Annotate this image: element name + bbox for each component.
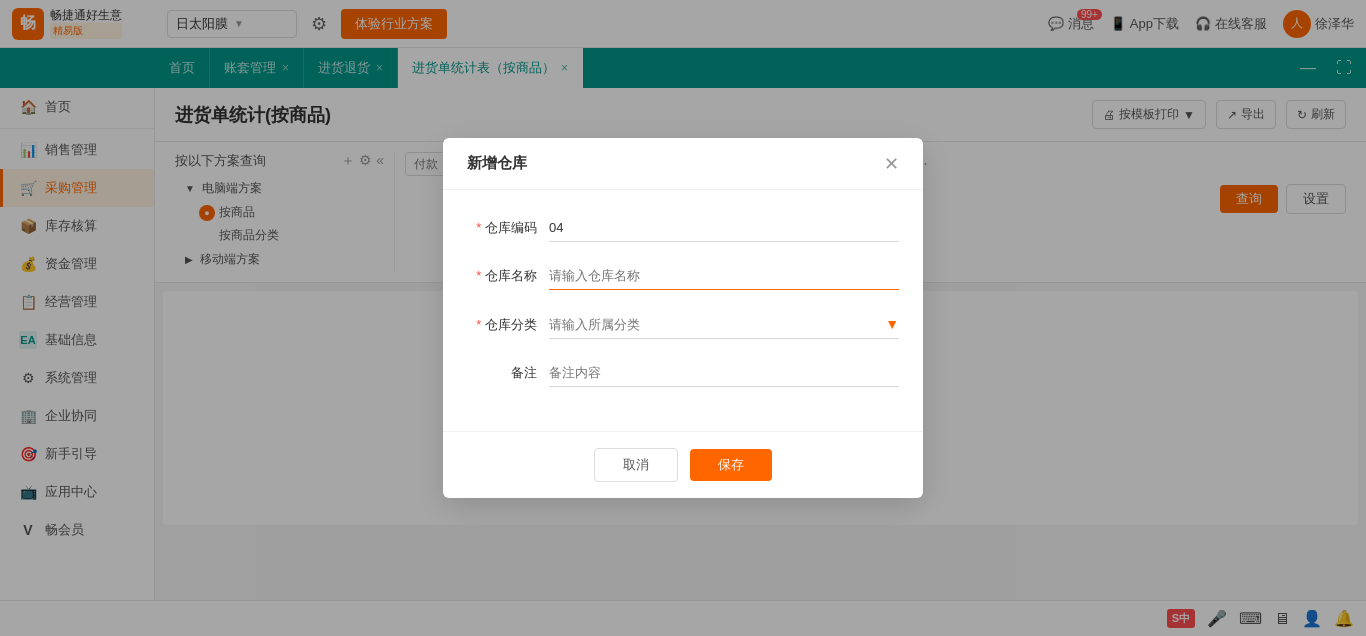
modal-overlay: 新增仓库 ✕ 仓库编码 仓库名称 仓库分类 ▼ 备注	[0, 0, 1366, 636]
modal-title: 新增仓库	[467, 154, 527, 173]
modal-header: 新增仓库 ✕	[443, 138, 923, 190]
add-warehouse-modal: 新增仓库 ✕ 仓库编码 仓库名称 仓库分类 ▼ 备注	[443, 138, 923, 498]
category-label: 仓库分类	[467, 316, 537, 334]
code-label: 仓库编码	[467, 219, 537, 237]
category-select-row[interactable]: ▼	[549, 310, 899, 339]
modal-close-button[interactable]: ✕	[884, 155, 899, 173]
code-input[interactable]	[549, 214, 899, 242]
form-row-remark: 备注	[467, 359, 899, 387]
category-input[interactable]	[549, 317, 885, 332]
cancel-button[interactable]: 取消	[594, 448, 678, 482]
remark-input[interactable]	[549, 359, 899, 387]
remark-label: 备注	[467, 364, 537, 382]
category-dropdown-icon: ▼	[885, 316, 899, 332]
modal-footer: 取消 保存	[443, 431, 923, 498]
name-input[interactable]	[549, 262, 899, 290]
form-row-code: 仓库编码	[467, 214, 899, 242]
modal-body: 仓库编码 仓库名称 仓库分类 ▼ 备注	[443, 190, 923, 431]
name-label: 仓库名称	[467, 267, 537, 285]
save-button[interactable]: 保存	[690, 449, 772, 481]
form-row-category: 仓库分类 ▼	[467, 310, 899, 339]
form-row-name: 仓库名称	[467, 262, 899, 290]
